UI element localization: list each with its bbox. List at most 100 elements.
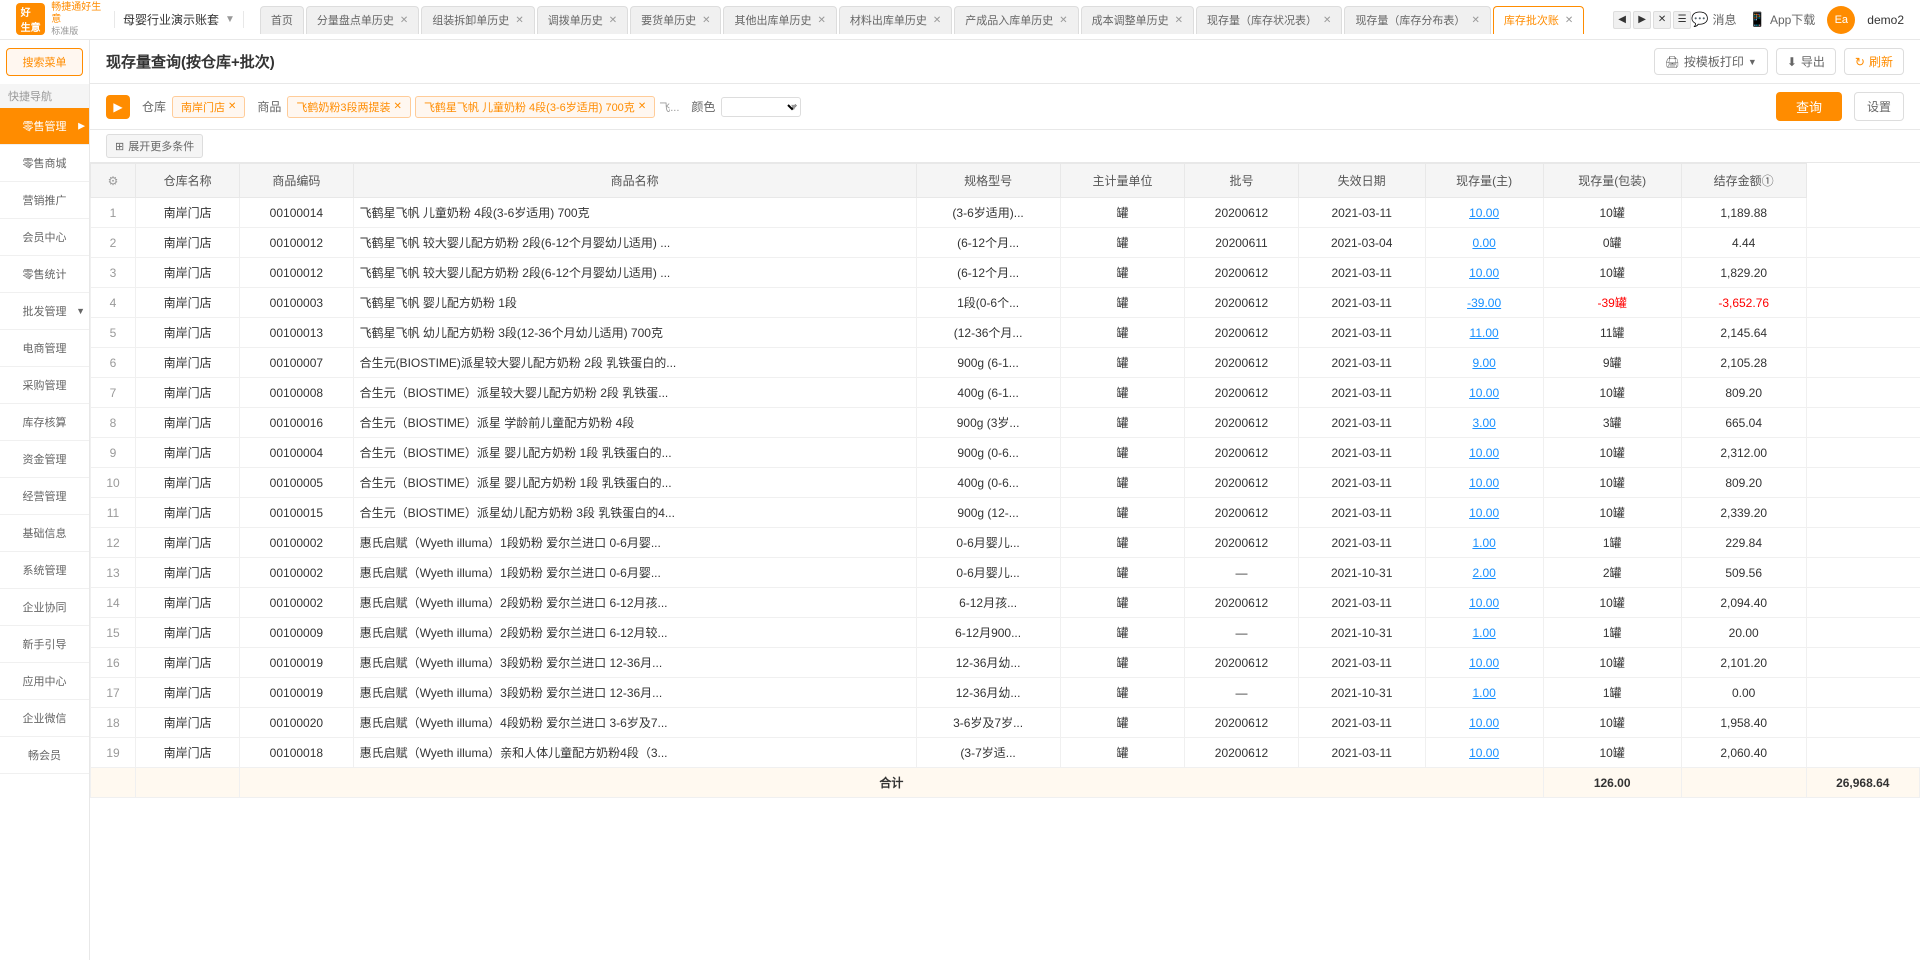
color-filter-group: 颜色 ▼ [691, 97, 798, 117]
sidebar-item-13[interactable]: 企业协同 [0, 589, 89, 626]
tab-9[interactable]: 现存量（库存状况表）✕ [1196, 6, 1342, 34]
tab-close-4[interactable]: ✕ [702, 15, 710, 26]
cell-5: 罐 [1060, 378, 1185, 408]
sidebar-item-2[interactable]: 营销推广 [0, 182, 89, 219]
cell-7: 2021-03-11 [1298, 528, 1425, 558]
tab-2[interactable]: 组装拆卸单历史✕ [421, 6, 534, 34]
search-btn[interactable]: 查询 [1776, 92, 1842, 121]
tab-close-6[interactable]: ✕ [933, 15, 941, 26]
tab-0[interactable]: 首页 [260, 6, 304, 34]
sidebar-item-5[interactable]: 批发管理▼ [0, 293, 89, 330]
tab-1[interactable]: 分量盘点单历史✕ [306, 6, 419, 34]
cell-8[interactable]: -39.00 [1425, 288, 1543, 318]
logo-icon: 好生意 [16, 3, 45, 35]
top-selector[interactable]: 母婴行业演示账套 [123, 11, 219, 28]
tab-close-5[interactable]: ✕ [817, 15, 825, 26]
product-tag-1[interactable]: 飞鹤星飞帆 儿童奶粉 4段(3-6岁适用) 700克 ✕ [415, 96, 655, 118]
cell-8[interactable]: 10.00 [1425, 588, 1543, 618]
sidebar-item-9[interactable]: 资金管理 [0, 441, 89, 478]
sidebar-item-7[interactable]: 采购管理 [0, 367, 89, 404]
tab-close-7[interactable]: ✕ [1059, 15, 1067, 26]
filter-expand-btn[interactable]: ▶ [106, 95, 130, 119]
cell-8[interactable]: 10.00 [1425, 708, 1543, 738]
tab-3[interactable]: 调拨单历史✕ [537, 6, 628, 34]
sidebar-item-16[interactable]: 企业微信 [0, 700, 89, 737]
cell-8[interactable]: 10.00 [1425, 498, 1543, 528]
sidebar-item-12[interactable]: 系统管理 [0, 552, 89, 589]
tab-close-btn[interactable]: ✕ [1653, 11, 1671, 29]
tab-close-10[interactable]: ✕ [1471, 15, 1479, 26]
cell-8[interactable]: 1.00 [1425, 528, 1543, 558]
search-menu-btn[interactable]: 搜索菜单 [6, 48, 83, 76]
cell-8[interactable]: 10.00 [1425, 738, 1543, 768]
sidebar-item-3[interactable]: 会员中心 [0, 219, 89, 256]
sidebar-item-11[interactable]: 基础信息 [0, 515, 89, 552]
tab-11[interactable]: 库存批次账✕ [1493, 6, 1584, 34]
tab-close-2[interactable]: ✕ [515, 15, 523, 26]
summary-cell-2: 合计 [240, 768, 1543, 798]
tab-close-9[interactable]: ✕ [1323, 15, 1331, 26]
cell-8[interactable]: 11.00 [1425, 318, 1543, 348]
tab-4[interactable]: 要货单历史✕ [630, 6, 721, 34]
export-btn[interactable]: ⬇ 导出 [1776, 48, 1836, 75]
sidebar-item-17[interactable]: 畅会员 [0, 737, 89, 774]
warehouse-tag-close-0[interactable]: ✕ [228, 101, 236, 112]
sidebar-item-8[interactable]: 库存核算 [0, 404, 89, 441]
refresh-btn[interactable]: ↻ 刷新 [1844, 48, 1904, 75]
tab-close-1[interactable]: ✕ [400, 15, 408, 26]
tab-close-3[interactable]: ✕ [609, 15, 617, 26]
tab-next-btn[interactable]: ▶ [1633, 11, 1651, 29]
message-btn[interactable]: 💬 消息 [1691, 11, 1736, 28]
tab-5[interactable]: 其他出库单历史✕ [723, 6, 836, 34]
product-tag-close-0[interactable]: ✕ [394, 101, 402, 112]
product-more[interactable]: 飞... [659, 99, 679, 115]
cell-8[interactable]: 3.00 [1425, 408, 1543, 438]
cell-0: 8 [91, 408, 136, 438]
cell-8[interactable]: 0.00 [1425, 228, 1543, 258]
cell-8[interactable]: 10.00 [1425, 198, 1543, 228]
expand-more-btn[interactable]: ⊞ 展开更多条件 [106, 134, 203, 158]
cell-8[interactable]: 1.00 [1425, 618, 1543, 648]
cell-7: 2021-03-11 [1298, 738, 1425, 768]
warehouse-tag-0[interactable]: 南岸门店 ✕ [172, 96, 245, 118]
cell-8[interactable]: 9.00 [1425, 348, 1543, 378]
tab-7[interactable]: 产成品入库单历史✕ [954, 6, 1078, 34]
sidebar-item-6[interactable]: 电商管理 [0, 330, 89, 367]
tab-6[interactable]: 材料出库单历史✕ [839, 6, 952, 34]
col-name: 商品名称 [353, 164, 916, 198]
selector-arrow[interactable]: ▼ [225, 14, 235, 25]
cell-8[interactable]: 10.00 [1425, 378, 1543, 408]
cell-8[interactable]: 10.00 [1425, 438, 1543, 468]
sidebar-item-14[interactable]: 新手引导 [0, 626, 89, 663]
app-download-btn[interactable]: 📱 App下载 [1749, 11, 1816, 28]
tab-close-11[interactable]: ✕ [1565, 15, 1573, 26]
sidebar-item-15[interactable]: 应用中心 [0, 663, 89, 700]
cell-8[interactable]: 10.00 [1425, 468, 1543, 498]
cell-8[interactable]: 2.00 [1425, 558, 1543, 588]
cell-6: 20200612 [1185, 588, 1298, 618]
sidebar-item-0[interactable]: 零售管理▶ [0, 108, 89, 145]
sidebar-item-10[interactable]: 经营管理 [0, 478, 89, 515]
product-tag-close-1[interactable]: ✕ [638, 101, 646, 112]
tab-10[interactable]: 现存量（库存分布表）✕ [1344, 6, 1490, 34]
cell-8[interactable]: 10.00 [1425, 258, 1543, 288]
sidebar-item-4[interactable]: 零售统计 [0, 256, 89, 293]
setting-btn[interactable]: 设置 [1854, 92, 1904, 121]
color-select[interactable] [721, 97, 801, 117]
cell-8[interactable]: 1.00 [1425, 678, 1543, 708]
template-print-btn[interactable]: 🖨 按模板打印 ▼ [1654, 48, 1768, 75]
cell-5: 罐 [1060, 558, 1185, 588]
username[interactable]: demo2 [1867, 13, 1904, 27]
tab-menu-btn[interactable]: ☰ [1673, 11, 1691, 29]
user-avatar[interactable]: Ea [1827, 6, 1855, 34]
tab-prev-btn[interactable]: ◀ [1613, 11, 1631, 29]
cell-5: 罐 [1060, 348, 1185, 378]
product-tag-0[interactable]: 飞鹤奶粉3段两提装 ✕ [287, 96, 411, 118]
sidebar-item-1[interactable]: 零售商城 [0, 145, 89, 182]
warehouse-label: 仓库 [142, 98, 166, 115]
gear-icon[interactable]: ⚙ [108, 174, 119, 188]
cell-4: 900g (6-1... [916, 348, 1060, 378]
tab-8[interactable]: 成本调整单历史✕ [1081, 6, 1194, 34]
tab-close-8[interactable]: ✕ [1175, 15, 1183, 26]
cell-8[interactable]: 10.00 [1425, 648, 1543, 678]
